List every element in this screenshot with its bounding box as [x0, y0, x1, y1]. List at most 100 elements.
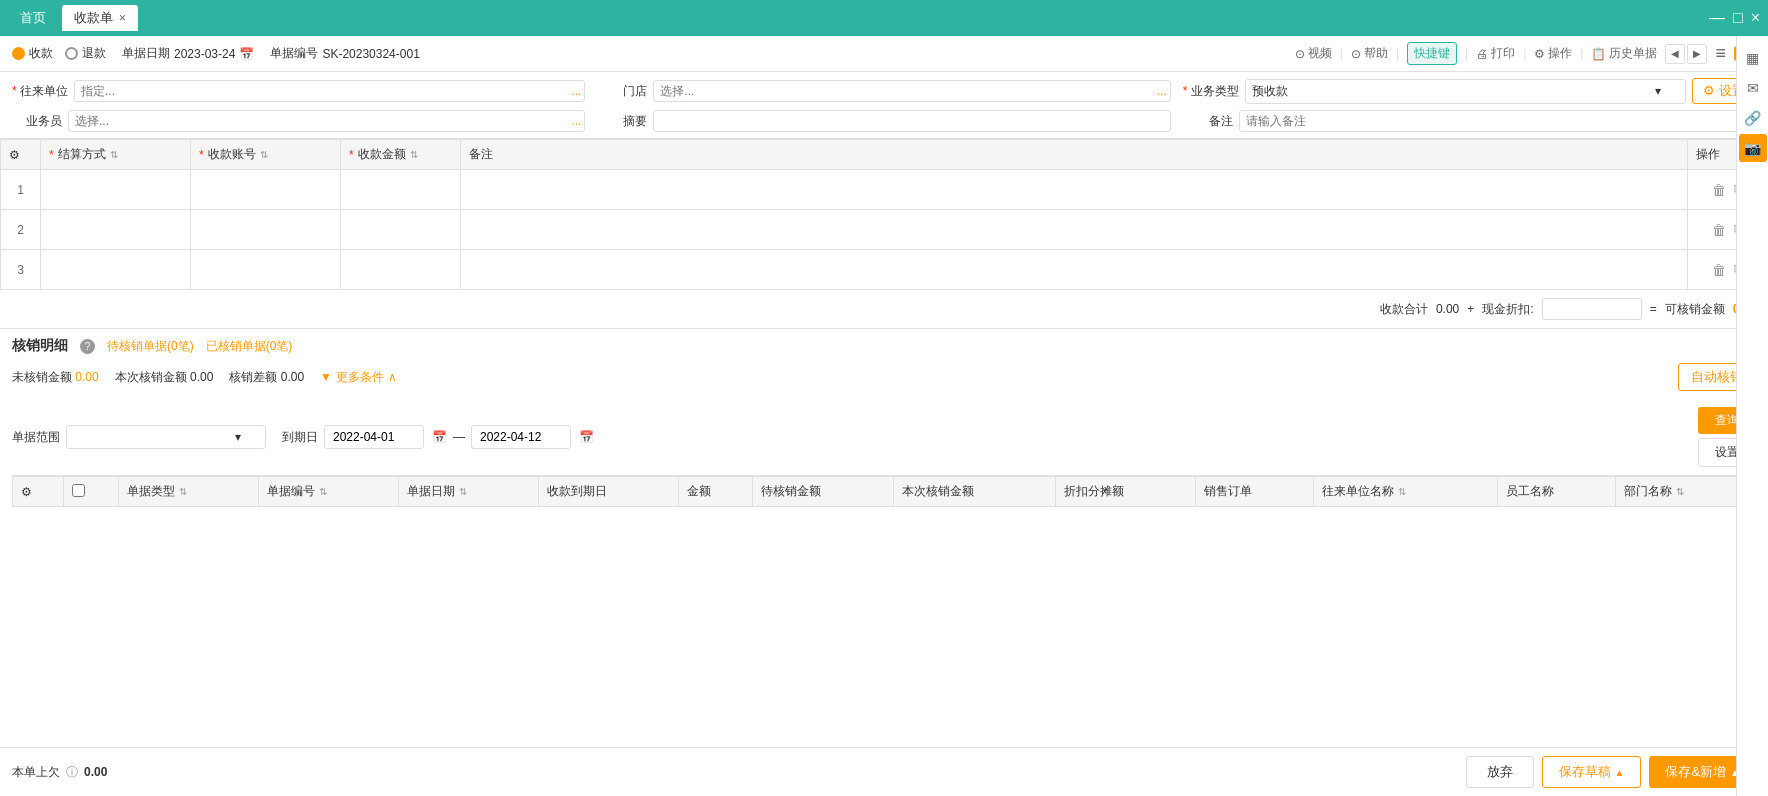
- discount-input[interactable]: [1542, 298, 1642, 320]
- row-3-account-input[interactable]: [191, 259, 340, 281]
- nav-prev-button[interactable]: ◀: [1665, 44, 1685, 64]
- row-1-amount[interactable]: [341, 170, 461, 210]
- row-2-account[interactable]: [191, 210, 341, 250]
- row-3-remark-input[interactable]: [461, 259, 1687, 281]
- sort-account-icon[interactable]: ⇅: [260, 149, 268, 160]
- row-1-amount-input[interactable]: [341, 179, 460, 201]
- salesperson-field: 业务员 ...: [12, 110, 585, 132]
- row-1-remark[interactable]: [461, 170, 1688, 210]
- form-row-2: 业务员 ... 摘要 备注: [12, 110, 1756, 132]
- row-3-delete-icon[interactable]: 🗑: [1712, 262, 1726, 278]
- table-row: 3 🗑 ⧉: [1, 250, 1768, 290]
- row-3-account[interactable]: [191, 250, 341, 290]
- pending-tab[interactable]: 待核销单据(0笔): [107, 338, 194, 355]
- maximize-button[interactable]: □: [1733, 9, 1743, 27]
- sort-doc-date-icon[interactable]: ⇅: [459, 486, 467, 497]
- tab-home[interactable]: 首页: [8, 5, 58, 31]
- operations-btn[interactable]: ⚙ 操作: [1534, 45, 1572, 62]
- date-from-calendar-icon[interactable]: 📅: [432, 430, 447, 444]
- print-btn[interactable]: 🖨 打印: [1476, 45, 1515, 62]
- sort-counterpart-icon[interactable]: ⇅: [1398, 486, 1406, 497]
- biz-type-select[interactable]: 预收款 ▾: [1245, 79, 1687, 104]
- sort-doc-number-icon[interactable]: ⇅: [319, 486, 327, 497]
- row-1-remark-input[interactable]: [461, 179, 1687, 201]
- done-tab[interactable]: 已核销单据(0笔): [206, 338, 293, 355]
- sort-amount-icon[interactable]: ⇅: [410, 149, 418, 160]
- toolbar: 收款 退款 单据日期 2023-03-24 📅 单据编号 SK-20230324…: [0, 36, 1768, 72]
- sidebar-table-icon[interactable]: ▦: [1739, 44, 1767, 72]
- store-more-icon[interactable]: ...: [1157, 84, 1167, 98]
- th-remark: 备注: [461, 140, 1688, 170]
- row-3-payment-input[interactable]: [41, 259, 190, 281]
- row-2-amount[interactable]: [341, 210, 461, 250]
- tab-close-button[interactable]: ×: [119, 11, 126, 25]
- video-btn[interactable]: ⊙ 视频: [1295, 45, 1332, 62]
- summary-input[interactable]: [653, 110, 1170, 132]
- sidebar-email-icon[interactable]: ✉: [1739, 74, 1767, 102]
- row-2-payment-input[interactable]: [41, 219, 190, 241]
- remark-input[interactable]: [1239, 110, 1756, 132]
- filter-icon: ▼: [320, 370, 332, 384]
- help-btn[interactable]: ⊙ 帮助: [1351, 45, 1388, 62]
- chevron-up-icon: ∧: [388, 370, 397, 384]
- unchecked-stat: 未核销金额 0.00: [12, 369, 99, 386]
- number-value[interactable]: SK-20230324-001: [322, 47, 419, 61]
- info-icon[interactable]: ⓘ: [66, 764, 78, 781]
- more-conditions-btn[interactable]: ▼ 更多条件 ∧: [320, 369, 397, 386]
- close-button[interactable]: ×: [1751, 9, 1760, 27]
- total-value: 0.00: [1436, 302, 1459, 316]
- minimize-button[interactable]: —: [1709, 9, 1725, 27]
- sort-doc-type-icon[interactable]: ⇅: [179, 486, 187, 497]
- row-2-remark[interactable]: [461, 210, 1688, 250]
- sidebar-camera-icon[interactable]: 📷: [1739, 134, 1767, 162]
- row-1-account[interactable]: [191, 170, 341, 210]
- th-bottom-settings[interactable]: ⚙: [13, 477, 64, 507]
- shortcut-btn[interactable]: 快捷键: [1407, 42, 1457, 65]
- radio-refund[interactable]: 退款: [65, 45, 106, 62]
- due-date-to-input[interactable]: [471, 425, 571, 449]
- row-2-account-input[interactable]: [191, 219, 340, 241]
- row-1-payment-input[interactable]: [41, 179, 190, 201]
- row-1-account-input[interactable]: [191, 179, 340, 201]
- plus-sign: +: [1467, 302, 1474, 316]
- calendar-icon[interactable]: 📅: [239, 47, 254, 61]
- row-1-payment-method[interactable]: [41, 170, 191, 210]
- nav-next-button[interactable]: ▶: [1687, 44, 1707, 64]
- radio-receive[interactable]: 收款: [12, 45, 53, 62]
- sidebar-link-icon[interactable]: 🔗: [1739, 104, 1767, 132]
- due-date-from-input[interactable]: [324, 425, 424, 449]
- row-3-amount-input[interactable]: [341, 259, 460, 281]
- date-to-calendar-icon[interactable]: 📅: [579, 430, 594, 444]
- counterpart-input[interactable]: [74, 80, 585, 102]
- row-2-payment-method[interactable]: [41, 210, 191, 250]
- history-btn[interactable]: 📋 历史单据: [1591, 45, 1657, 62]
- row-1-delete-icon[interactable]: 🗑: [1712, 182, 1726, 198]
- verify-info-icon[interactable]: ?: [80, 339, 95, 354]
- date-value[interactable]: 2023-03-24: [174, 47, 235, 61]
- row-2-amount-input[interactable]: [341, 219, 460, 241]
- row-2-remark-input[interactable]: [461, 219, 1687, 241]
- salesperson-more-icon[interactable]: ...: [571, 114, 581, 128]
- abandon-button[interactable]: 放弃: [1466, 756, 1534, 788]
- salesperson-input[interactable]: [68, 110, 585, 132]
- th-settings[interactable]: ⚙: [1, 140, 41, 170]
- range-select[interactable]: ▾: [66, 425, 266, 449]
- row-3-amount[interactable]: [341, 250, 461, 290]
- th-bottom-checkbox[interactable]: [63, 477, 118, 507]
- sort-payment-method-icon[interactable]: ⇅: [110, 149, 118, 160]
- tab-current[interactable]: 收款单 ×: [62, 5, 138, 31]
- store-input[interactable]: [653, 80, 1170, 102]
- radio-receive-dot: [12, 47, 25, 60]
- counterpart-more-icon[interactable]: ...: [571, 84, 581, 98]
- row-2-delete-icon[interactable]: 🗑: [1712, 222, 1726, 238]
- select-all-checkbox[interactable]: [72, 484, 85, 497]
- equals-sign: =: [1650, 302, 1657, 316]
- row-3-remark[interactable]: [461, 250, 1688, 290]
- current-label: 本单上欠: [12, 764, 60, 781]
- list-view-icon[interactable]: ≡: [1715, 43, 1726, 64]
- sort-dept-icon[interactable]: ⇅: [1676, 486, 1684, 497]
- save-draft-button[interactable]: 保存草稿 ▲: [1542, 756, 1642, 788]
- bottom-table-wrapper[interactable]: ⚙ 单据类型 ⇅ 单据编号 ⇅: [12, 476, 1756, 747]
- row-3-payment-method[interactable]: [41, 250, 191, 290]
- help-icon: ⊙: [1351, 47, 1361, 61]
